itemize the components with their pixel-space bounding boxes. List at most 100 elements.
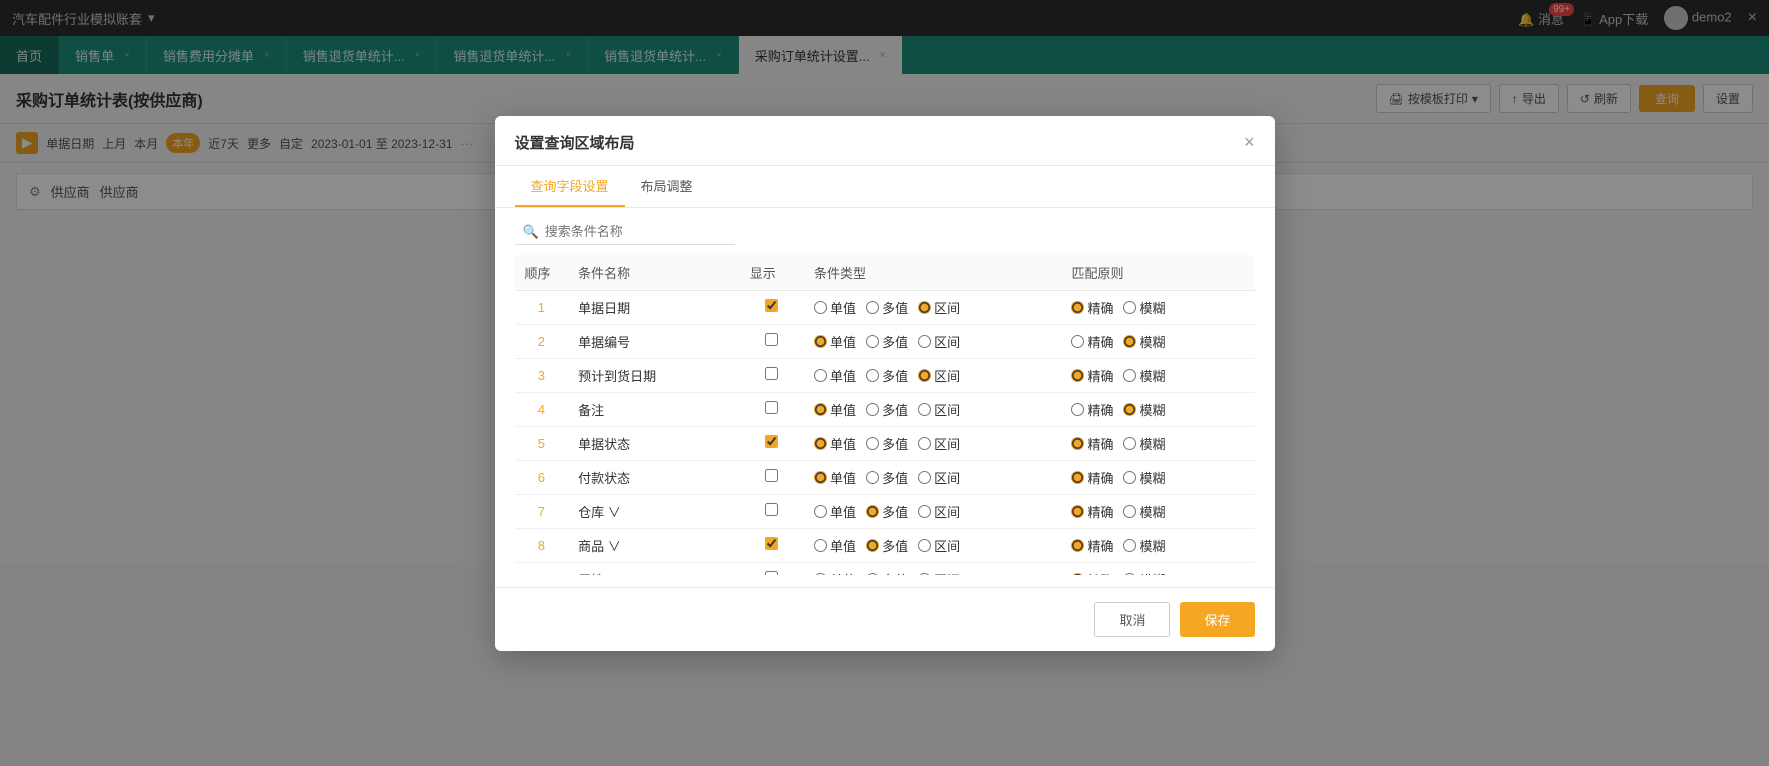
match-exact-option[interactable]: 精确 bbox=[1071, 434, 1113, 453]
row-match-cell[interactable]: 精确 模糊 bbox=[1061, 426, 1254, 460]
type-multi-radio[interactable] bbox=[866, 471, 879, 484]
row-display-cell[interactable] bbox=[740, 528, 804, 562]
dialog-tab-query-fields[interactable]: 查询字段设置 bbox=[515, 166, 625, 207]
row-display-cell[interactable] bbox=[740, 460, 804, 494]
display-checkbox-input[interactable] bbox=[765, 435, 778, 448]
row-type-cell[interactable]: 单值 多值 区间 bbox=[804, 460, 1061, 494]
type-multi-radio[interactable] bbox=[866, 437, 879, 450]
row-display-cell[interactable] bbox=[740, 494, 804, 528]
type-range-radio[interactable] bbox=[918, 437, 931, 450]
type-single-option[interactable]: 单值 bbox=[814, 332, 856, 351]
row-match-cell[interactable]: 精确 模糊 bbox=[1061, 528, 1254, 562]
type-single-radio[interactable] bbox=[814, 437, 827, 450]
match-exact-radio[interactable] bbox=[1071, 437, 1084, 450]
row-match-cell[interactable]: 精确 模糊 bbox=[1061, 460, 1254, 494]
match-fuzzy-option[interactable]: 模糊 bbox=[1123, 366, 1165, 385]
match-exact-radio[interactable] bbox=[1071, 403, 1084, 416]
match-exact-radio[interactable] bbox=[1071, 573, 1084, 575]
type-range-option[interactable]: 区间 bbox=[918, 298, 960, 317]
type-range-option[interactable]: 区间 bbox=[918, 400, 960, 419]
type-multi-option[interactable]: 多值 bbox=[866, 298, 908, 317]
display-checkbox[interactable] bbox=[765, 572, 778, 575]
type-single-option[interactable]: 单值 bbox=[814, 570, 856, 575]
type-multi-radio[interactable] bbox=[866, 505, 879, 518]
type-single-option[interactable]: 单值 bbox=[814, 536, 856, 555]
type-range-option[interactable]: 区间 bbox=[918, 366, 960, 385]
dialog-tab-layout[interactable]: 布局调整 bbox=[625, 166, 709, 207]
row-display-cell[interactable] bbox=[740, 358, 804, 392]
type-single-radio[interactable] bbox=[814, 335, 827, 348]
type-range-radio[interactable] bbox=[918, 369, 931, 382]
type-range-option[interactable]: 区间 bbox=[918, 332, 960, 351]
type-multi-option[interactable]: 多值 bbox=[866, 536, 908, 555]
type-multi-option[interactable]: 多值 bbox=[866, 502, 908, 521]
display-checkbox[interactable] bbox=[765, 402, 778, 417]
type-range-radio[interactable] bbox=[918, 573, 931, 575]
row-type-cell[interactable]: 单值 多值 区间 bbox=[804, 426, 1061, 460]
match-fuzzy-radio[interactable] bbox=[1123, 403, 1136, 416]
match-fuzzy-radio[interactable] bbox=[1123, 539, 1136, 552]
type-range-radio[interactable] bbox=[918, 505, 931, 518]
match-exact-radio[interactable] bbox=[1071, 369, 1084, 382]
match-exact-radio[interactable] bbox=[1071, 539, 1084, 552]
type-range-option[interactable]: 区间 bbox=[918, 468, 960, 487]
row-match-cell[interactable]: 精确 模糊 bbox=[1061, 494, 1254, 528]
type-multi-option[interactable]: 多值 bbox=[866, 332, 908, 351]
type-single-radio[interactable] bbox=[814, 403, 827, 416]
display-checkbox[interactable] bbox=[765, 334, 778, 349]
match-fuzzy-radio[interactable] bbox=[1123, 335, 1136, 348]
match-exact-radio[interactable] bbox=[1071, 335, 1084, 348]
type-range-radio[interactable] bbox=[918, 539, 931, 552]
display-checkbox-input[interactable] bbox=[765, 503, 778, 516]
type-single-option[interactable]: 单值 bbox=[814, 298, 856, 317]
row-type-cell[interactable]: 单值 多值 区间 bbox=[804, 290, 1061, 324]
save-button[interactable]: 保存 bbox=[1180, 602, 1254, 637]
display-checkbox[interactable] bbox=[765, 504, 778, 519]
match-fuzzy-radio[interactable] bbox=[1123, 369, 1136, 382]
row-match-cell[interactable]: 精确 模糊 bbox=[1061, 358, 1254, 392]
row-display-cell[interactable] bbox=[740, 426, 804, 460]
match-exact-option[interactable]: 精确 bbox=[1071, 400, 1113, 419]
type-single-option[interactable]: 单值 bbox=[814, 400, 856, 419]
display-checkbox[interactable] bbox=[765, 538, 778, 553]
match-exact-radio[interactable] bbox=[1071, 301, 1084, 314]
match-fuzzy-radio[interactable] bbox=[1123, 437, 1136, 450]
display-checkbox[interactable] bbox=[765, 368, 778, 383]
type-multi-radio[interactable] bbox=[866, 539, 879, 552]
type-range-radio[interactable] bbox=[918, 403, 931, 416]
display-checkbox-input[interactable] bbox=[765, 333, 778, 346]
match-exact-radio[interactable] bbox=[1071, 471, 1084, 484]
cancel-button[interactable]: 取消 bbox=[1094, 602, 1170, 637]
row-type-cell[interactable]: 单值 多值 区间 bbox=[804, 392, 1061, 426]
match-exact-option[interactable]: 精确 bbox=[1071, 298, 1113, 317]
type-multi-radio[interactable] bbox=[866, 573, 879, 575]
match-exact-option[interactable]: 精确 bbox=[1071, 536, 1113, 555]
type-multi-radio[interactable] bbox=[866, 335, 879, 348]
row-type-cell[interactable]: 单值 多值 区间 bbox=[804, 358, 1061, 392]
type-single-radio[interactable] bbox=[814, 539, 827, 552]
match-fuzzy-radio[interactable] bbox=[1123, 573, 1136, 575]
settings-table-scroll[interactable]: 顺序 条件名称 显示 条件类型 bbox=[515, 255, 1255, 575]
match-fuzzy-option[interactable]: 模糊 bbox=[1123, 400, 1165, 419]
display-checkbox-input[interactable] bbox=[765, 571, 778, 575]
type-multi-option[interactable]: 多值 bbox=[866, 400, 908, 419]
match-fuzzy-radio[interactable] bbox=[1123, 301, 1136, 314]
type-multi-option[interactable]: 多值 bbox=[866, 468, 908, 487]
type-range-radio[interactable] bbox=[918, 471, 931, 484]
type-single-radio[interactable] bbox=[814, 369, 827, 382]
match-fuzzy-radio[interactable] bbox=[1123, 505, 1136, 518]
row-match-cell[interactable]: 精确 模糊 bbox=[1061, 562, 1254, 575]
type-multi-radio[interactable] bbox=[866, 369, 879, 382]
row-display-cell[interactable] bbox=[740, 290, 804, 324]
type-single-radio[interactable] bbox=[814, 573, 827, 575]
match-fuzzy-option[interactable]: 模糊 bbox=[1123, 502, 1165, 521]
row-match-cell[interactable]: 精确 模糊 bbox=[1061, 324, 1254, 358]
type-single-radio[interactable] bbox=[814, 301, 827, 314]
type-single-radio[interactable] bbox=[814, 505, 827, 518]
type-single-option[interactable]: 单值 bbox=[814, 468, 856, 487]
type-range-option[interactable]: 区间 bbox=[918, 536, 960, 555]
match-fuzzy-option[interactable]: 模糊 bbox=[1123, 468, 1165, 487]
display-checkbox[interactable] bbox=[765, 300, 778, 315]
type-multi-radio[interactable] bbox=[866, 301, 879, 314]
dialog-close-button[interactable]: × bbox=[1244, 133, 1255, 151]
